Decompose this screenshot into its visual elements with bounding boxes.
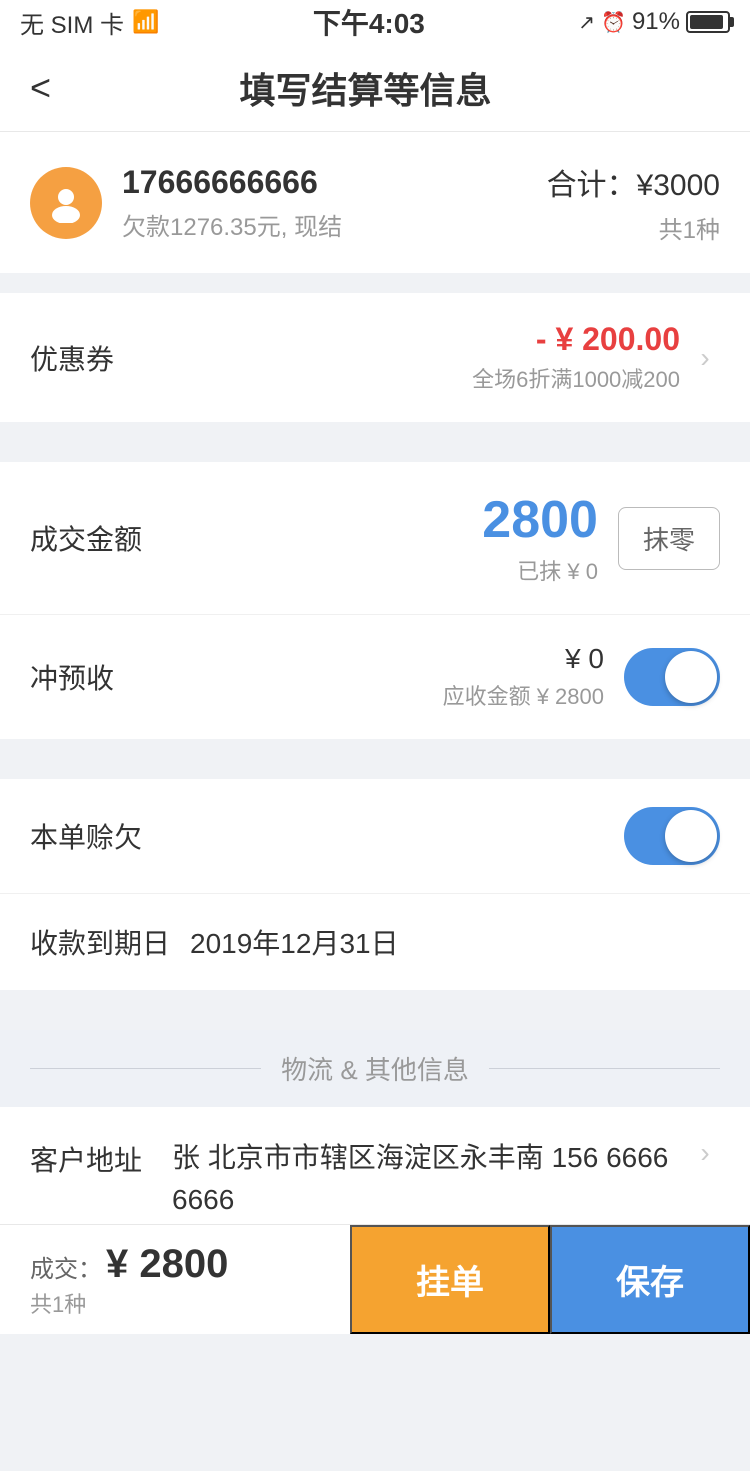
prepayment-toggle[interactable]: [624, 648, 720, 706]
status-time: 下午4:03: [313, 2, 425, 42]
deal-sub-text: 已抹 ¥ 0: [142, 554, 598, 586]
bottom-bar: 成交： ¥ 2800 共1种 挂单 保存: [0, 1224, 750, 1334]
debt-toggle[interactable]: [624, 807, 720, 865]
deal-amount-label: 成交金额: [30, 518, 142, 558]
location-icon: ↗: [578, 10, 595, 35]
prepayment-row: 冲预收 ¥ 0 应收金额 ¥ 2800: [0, 614, 750, 739]
alarm-icon: ⏰: [601, 10, 626, 35]
address-label: 客户地址: [30, 1137, 142, 1179]
bottom-deal-label: 成交：: [30, 1249, 102, 1284]
header-line-left: [30, 1068, 261, 1069]
battery-percent: 91%: [632, 8, 680, 36]
status-left: 无 SIM 卡 📶: [20, 5, 159, 40]
hang-button[interactable]: 挂单: [350, 1225, 550, 1334]
section-divider-1: [0, 442, 750, 462]
section-divider-3: [0, 1010, 750, 1030]
save-button[interactable]: 保存: [550, 1225, 750, 1334]
coupon-value-area: - ¥ 200.00 全场6折满1000减200: [114, 321, 680, 394]
coupon-label: 优惠券: [30, 338, 114, 378]
bottom-count: 共1种: [30, 1287, 320, 1319]
toggle-knob: [665, 651, 717, 703]
debt-toggle-knob: [665, 810, 717, 862]
total-count: 共1种: [547, 210, 720, 245]
deal-card: 成交金额 2800 已抹 ¥ 0 抹零 冲预收 ¥ 0 应收金额 ¥ 2800: [0, 462, 750, 739]
section-divider-2: [0, 759, 750, 779]
battery-indicator: [686, 11, 730, 33]
logistics-header-text: 物流 & 其他信息: [261, 1050, 489, 1087]
customer-debt: 欠款1276.35元, 现结: [122, 207, 547, 242]
address-chevron-icon: ›: [690, 1137, 720, 1169]
prepayment-value-area: ¥ 0 应收金额 ¥ 2800: [114, 643, 604, 711]
header-line-right: [489, 1068, 720, 1069]
total-amount: 合计：¥3000: [547, 160, 720, 204]
debt-row: 本单赊欠: [0, 779, 750, 893]
deal-amount-value: 2800: [142, 490, 598, 550]
prepayment-sub: 应收金额 ¥ 2800: [114, 679, 604, 711]
bottom-amount: ¥ 2800: [106, 1242, 228, 1287]
deal-value-area: 2800 已抹 ¥ 0: [142, 490, 598, 586]
coupon-card: 优惠券 - ¥ 200.00 全场6折满1000减200 ›: [0, 293, 750, 422]
logistics-section-header: 物流 & 其他信息: [0, 1030, 750, 1107]
customer-info: 17666666666 欠款1276.35元, 现结: [122, 164, 547, 242]
due-date-label: 收款到期日: [30, 922, 170, 962]
debt-label: 本单赊欠: [30, 816, 142, 856]
prepayment-label: 冲预收: [30, 657, 114, 697]
customer-total: 合计：¥3000 共1种: [547, 160, 720, 245]
customer-phone: 17666666666: [122, 164, 547, 201]
page-title: 填写结算等信息: [71, 62, 660, 114]
round-button[interactable]: 抹零: [618, 507, 720, 570]
wifi-icon: 📶: [132, 9, 159, 35]
nav-bar: < 填写结算等信息: [0, 44, 750, 132]
coupon-row[interactable]: 优惠券 - ¥ 200.00 全场6折满1000减200 ›: [0, 293, 750, 422]
bottom-summary: 成交： ¥ 2800 共1种: [0, 1225, 350, 1334]
coupon-detail: 全场6折满1000减200: [114, 362, 680, 394]
deal-amount-row: 成交金额 2800 已抹 ¥ 0 抹零: [0, 462, 750, 614]
customer-row: 17666666666 欠款1276.35元, 现结 合计：¥3000 共1种: [0, 132, 750, 273]
address-value: 张 北京市市辖区海淀区永丰南 156 6666 6666: [172, 1137, 680, 1221]
back-button[interactable]: <: [30, 57, 71, 119]
status-bar: 无 SIM 卡 📶 下午4:03 ↗ ⏰ 91%: [0, 0, 750, 44]
due-date-value: 2019年12月31日: [190, 922, 399, 962]
due-date-row: 收款到期日 2019年12月31日: [0, 893, 750, 990]
carrier-label: 无 SIM 卡: [20, 5, 124, 40]
coupon-chevron-icon: ›: [690, 342, 720, 374]
coupon-discount: - ¥ 200.00: [114, 321, 680, 358]
avatar: [30, 167, 102, 239]
debt-card: 本单赊欠 收款到期日 2019年12月31日: [0, 779, 750, 990]
prepayment-amount: ¥ 0: [114, 643, 604, 675]
customer-card: 17666666666 欠款1276.35元, 现结 合计：¥3000 共1种: [0, 132, 750, 273]
status-right: ↗ ⏰ 91%: [578, 8, 730, 36]
